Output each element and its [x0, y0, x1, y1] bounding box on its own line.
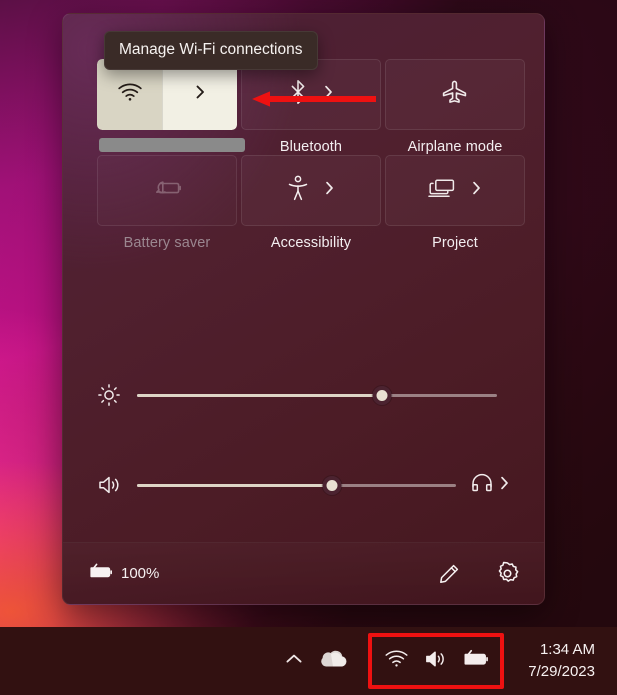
tile-label-accessibility: Accessibility — [270, 235, 352, 251]
chevron-right-icon[interactable] — [498, 474, 511, 497]
battery-charging-icon — [89, 563, 113, 585]
edit-quick-settings-button[interactable] — [437, 562, 461, 586]
volume-slider[interactable] — [137, 475, 456, 495]
bluetooth-icon — [288, 79, 308, 110]
volume-icon — [423, 648, 449, 675]
chevron-right-icon[interactable] — [322, 83, 335, 106]
quick-settings-footer: 100% — [63, 542, 544, 604]
project-icon — [427, 176, 456, 205]
brightness-track[interactable] — [137, 393, 497, 397]
tile-airplane-mode[interactable] — [385, 59, 525, 130]
chevron-up-icon — [284, 652, 304, 671]
battery-charging-icon — [463, 649, 489, 674]
tray-volume-button[interactable] — [418, 638, 454, 684]
brightness-slider[interactable] — [137, 385, 511, 405]
tile-cell-project: Project — [385, 155, 525, 251]
airplane-icon — [441, 79, 469, 110]
audio-output-picker[interactable] — [470, 473, 511, 498]
headphones-icon — [470, 473, 494, 498]
tile-cell-battery-saver: Battery saver — [97, 155, 237, 251]
chevron-right-icon[interactable] — [323, 179, 336, 202]
tile-label-bluetooth: Bluetooth — [279, 139, 343, 155]
battery-saver-icon — [152, 178, 182, 203]
cloud-icon — [318, 649, 348, 674]
tile-cell-wifi — [97, 59, 245, 155]
tray-battery-button[interactable] — [458, 638, 494, 684]
volume-slider-row — [97, 470, 511, 500]
tray-wifi-button[interactable] — [378, 638, 414, 684]
quick-settings-tile-grid: Bluetooth Airplane mode Battery saver Ac… — [97, 59, 525, 251]
tile-label-airplane-mode: Airplane mode — [407, 139, 503, 155]
volume-track[interactable] — [137, 483, 456, 487]
brightness-thumb[interactable] — [372, 385, 392, 405]
system-tray: 1:34 AM 7/29/2023 — [276, 633, 617, 689]
volume-thumb[interactable] — [322, 475, 342, 495]
tile-accessibility[interactable] — [241, 155, 381, 226]
quick-settings-flyout: Bluetooth Airplane mode Battery saver Ac… — [62, 13, 545, 605]
tray-icon-group-highlighted[interactable] — [368, 633, 505, 689]
taskbar-clock[interactable]: 1:34 AM 7/29/2023 — [510, 639, 609, 683]
brightness-fill — [137, 393, 382, 397]
footer-actions — [437, 561, 520, 586]
battery-percent-label: 100% — [121, 565, 160, 582]
accessibility-icon — [287, 175, 309, 206]
tile-cell-accessibility: Accessibility — [241, 155, 381, 251]
chevron-right-icon — [193, 82, 208, 107]
tile-cell-bluetooth: Bluetooth — [241, 59, 381, 155]
volume-fill — [137, 483, 332, 487]
chevron-right-icon[interactable] — [470, 179, 483, 202]
desktop-background: Bluetooth Airplane mode Battery saver Ac… — [0, 0, 617, 695]
tile-label-battery-saver: Battery saver — [123, 235, 211, 251]
brightness-slider-row — [97, 380, 511, 410]
brightness-icon — [97, 383, 137, 407]
clock-date: 7/29/2023 — [528, 663, 595, 680]
battery-status[interactable]: 100% — [89, 563, 159, 585]
tile-project[interactable] — [385, 155, 525, 226]
tile-battery-saver[interactable] — [97, 155, 237, 226]
taskbar: 1:34 AM 7/29/2023 — [0, 627, 617, 695]
onedrive-tray-button[interactable] — [312, 638, 354, 684]
settings-gear-button[interactable] — [495, 561, 520, 586]
tile-cell-airplane-mode: Airplane mode — [385, 59, 525, 155]
show-hidden-icons-button[interactable] — [276, 638, 312, 684]
wifi-icon — [384, 649, 409, 673]
tile-label-wifi-redacted — [99, 138, 245, 152]
clock-time: 1:34 AM — [539, 641, 595, 659]
volume-icon — [97, 473, 137, 497]
wifi-tooltip: Manage Wi-Fi connections — [104, 31, 318, 70]
wifi-icon — [117, 82, 143, 107]
tile-label-project: Project — [432, 235, 478, 251]
